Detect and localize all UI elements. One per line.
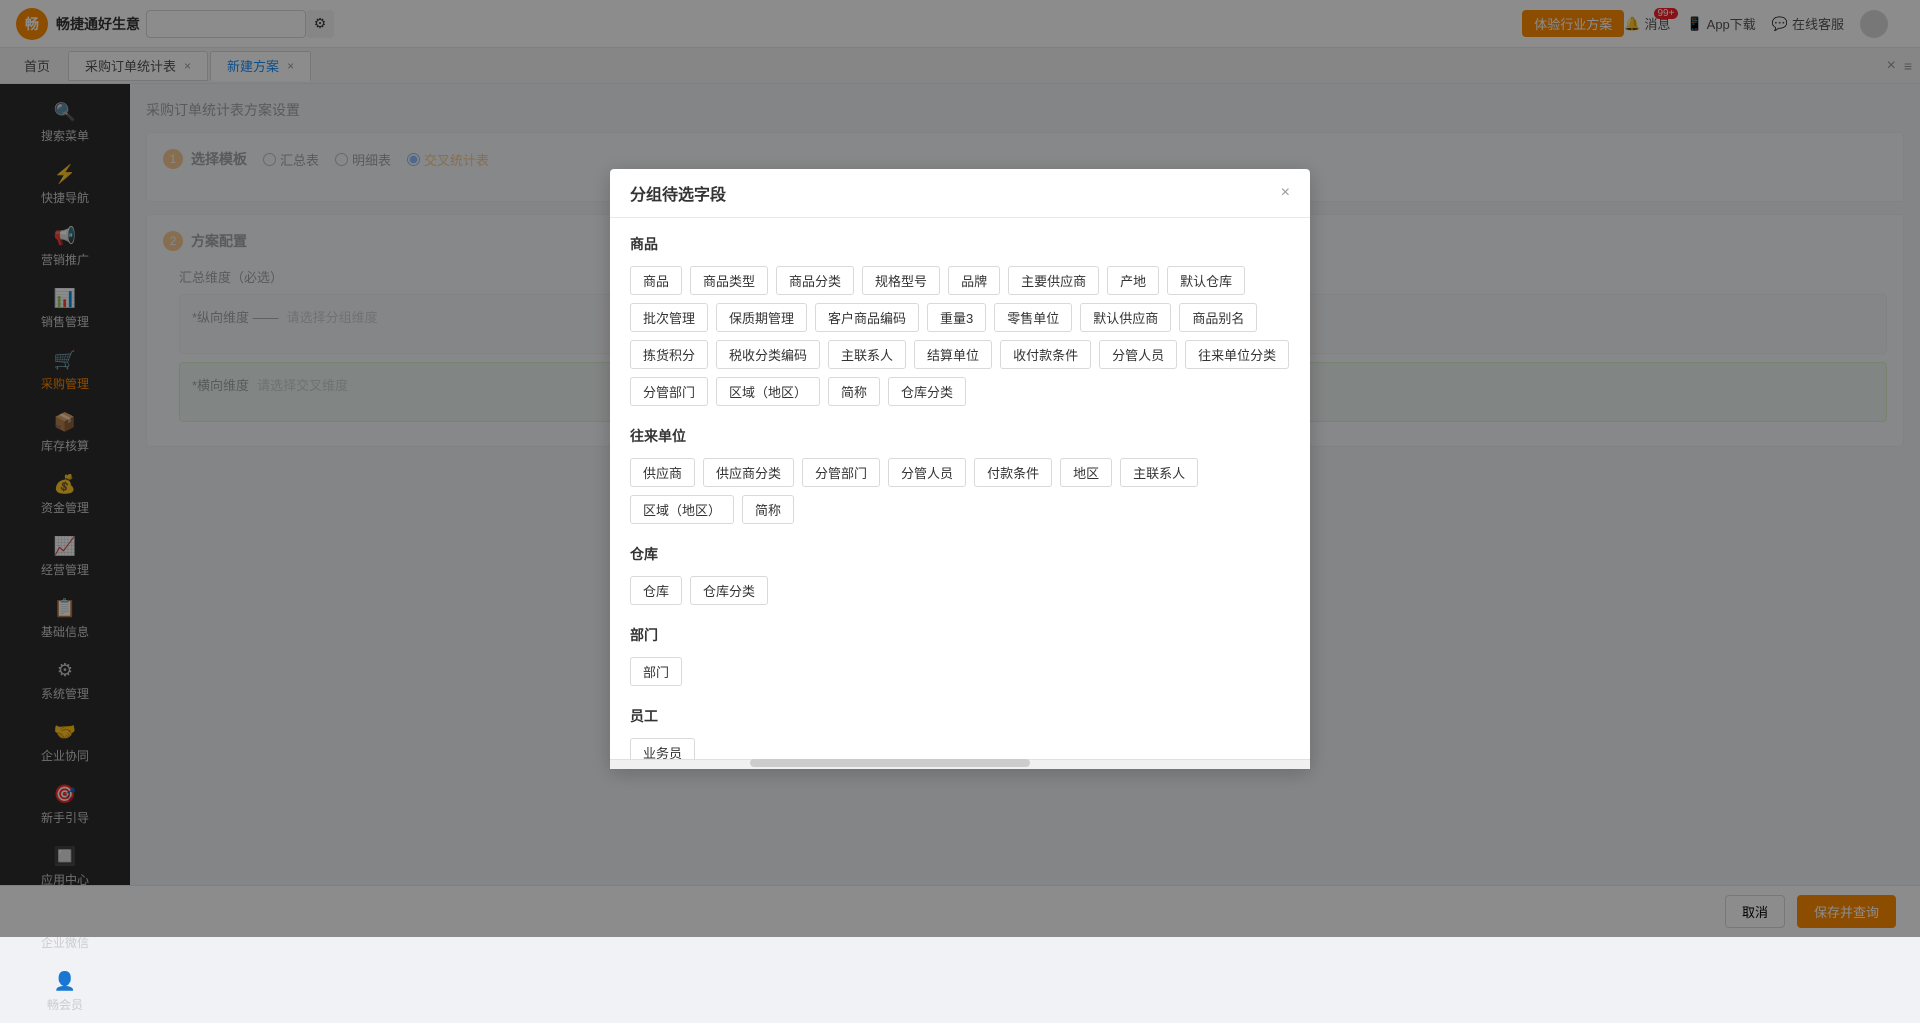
field-tag-1-0[interactable]: 供应商	[630, 458, 695, 487]
field-tag-0-2[interactable]: 商品分类	[776, 266, 854, 295]
field-group-4: 员工业务员	[630, 706, 1290, 760]
field-tags-2: 仓库仓库分类	[630, 576, 1290, 605]
field-tag-0-3[interactable]: 规格型号	[862, 266, 940, 295]
field-tags-0: 商品商品类型商品分类规格型号品牌主要供应商产地默认仓库批次管理保质期管理客户商品…	[630, 266, 1290, 406]
field-tag-0-7[interactable]: 默认仓库	[1167, 266, 1245, 295]
member-icon: 👤	[54, 971, 76, 992]
field-tag-0-8[interactable]: 批次管理	[630, 303, 708, 332]
dialog-close-button[interactable]: ×	[1281, 184, 1290, 202]
field-group-2: 仓库仓库仓库分类	[630, 544, 1290, 605]
field-tag-1-8[interactable]: 简称	[742, 495, 794, 524]
field-tag-0-25[interactable]: 仓库分类	[888, 377, 966, 406]
field-group-1: 往来单位供应商供应商分类分管部门分管人员付款条件地区主联系人区域（地区） 简称	[630, 426, 1290, 524]
field-tag-1-6[interactable]: 主联系人	[1120, 458, 1198, 487]
field-tags-3: 部门	[630, 657, 1290, 686]
field-group-0: 商品商品商品类型商品分类规格型号品牌主要供应商产地默认仓库批次管理保质期管理客户…	[630, 234, 1290, 406]
field-group-title-3: 部门	[630, 625, 1290, 645]
field-tag-0-20[interactable]: 分管人员	[1099, 340, 1177, 369]
field-tag-0-4[interactable]: 品牌	[948, 266, 1000, 295]
field-group-3: 部门部门	[630, 625, 1290, 686]
scrollbar-thumb[interactable]	[750, 759, 1030, 767]
field-group-title-4: 员工	[630, 706, 1290, 726]
field-tag-1-5[interactable]: 地区	[1060, 458, 1112, 487]
field-tag-0-14[interactable]: 商品别名	[1179, 303, 1257, 332]
field-select-dialog: 分组待选字段 × 商品商品商品类型商品分类规格型号品牌主要供应商产地默认仓库批次…	[610, 169, 1310, 769]
field-tag-0-17[interactable]: 主联系人	[828, 340, 906, 369]
field-tag-2-0[interactable]: 仓库	[630, 576, 682, 605]
field-tag-0-11[interactable]: 重量3	[927, 303, 986, 332]
field-tag-0-13[interactable]: 默认供应商	[1080, 303, 1171, 332]
field-tag-1-2[interactable]: 分管部门	[802, 458, 880, 487]
field-tags-4: 业务员	[630, 738, 1290, 760]
field-tags-1: 供应商供应商分类分管部门分管人员付款条件地区主联系人区域（地区） 简称	[630, 458, 1290, 524]
field-tag-1-1[interactable]: 供应商分类	[703, 458, 794, 487]
sidebar-item-member[interactable]: 👤 畅会员	[0, 961, 130, 1023]
field-tag-0-21[interactable]: 往来单位分类	[1185, 340, 1289, 369]
field-tag-0-18[interactable]: 结算单位	[914, 340, 992, 369]
field-tag-0-23[interactable]: 区域（地区）	[716, 377, 820, 406]
field-tag-0-22[interactable]: 分管部门	[630, 377, 708, 406]
field-group-title-2: 仓库	[630, 544, 1290, 564]
field-tag-1-4[interactable]: 付款条件	[974, 458, 1052, 487]
field-tag-0-15[interactable]: 拣货积分	[630, 340, 708, 369]
field-tag-0-5[interactable]: 主要供应商	[1008, 266, 1099, 295]
field-tag-1-7[interactable]: 区域（地区）	[630, 495, 734, 524]
field-tag-0-0[interactable]: 商品	[630, 266, 682, 295]
field-tag-0-16[interactable]: 税收分类编码	[716, 340, 820, 369]
field-tag-1-3[interactable]: 分管人员	[888, 458, 966, 487]
field-tag-2-1[interactable]: 仓库分类	[690, 576, 768, 605]
field-tag-0-1[interactable]: 商品类型	[690, 266, 768, 295]
field-tag-0-19[interactable]: 收付款条件	[1000, 340, 1091, 369]
dialog-title: 分组待选字段	[630, 181, 726, 205]
sidebar-item-member-label: 畅会员	[47, 996, 83, 1013]
field-tag-0-12[interactable]: 零售单位	[994, 303, 1072, 332]
horizontal-scrollbar[interactable]	[610, 759, 1310, 768]
field-tag-0-10[interactable]: 客户商品编码	[815, 303, 919, 332]
field-tag-0-24[interactable]: 简称	[828, 377, 880, 406]
dialog-body[interactable]: 商品商品商品类型商品分类规格型号品牌主要供应商产地默认仓库批次管理保质期管理客户…	[610, 218, 1310, 760]
field-tag-0-9[interactable]: 保质期管理	[716, 303, 807, 332]
field-tag-4-0[interactable]: 业务员	[630, 738, 695, 760]
field-group-title-0: 商品	[630, 234, 1290, 254]
field-tag-0-6[interactable]: 产地	[1107, 266, 1159, 295]
field-tag-3-0[interactable]: 部门	[630, 657, 682, 686]
modal-overlay: 分组待选字段 × 商品商品商品类型商品分类规格型号品牌主要供应商产地默认仓库批次…	[0, 0, 1920, 937]
dialog-header: 分组待选字段 ×	[610, 169, 1310, 218]
field-group-title-1: 往来单位	[630, 426, 1290, 446]
